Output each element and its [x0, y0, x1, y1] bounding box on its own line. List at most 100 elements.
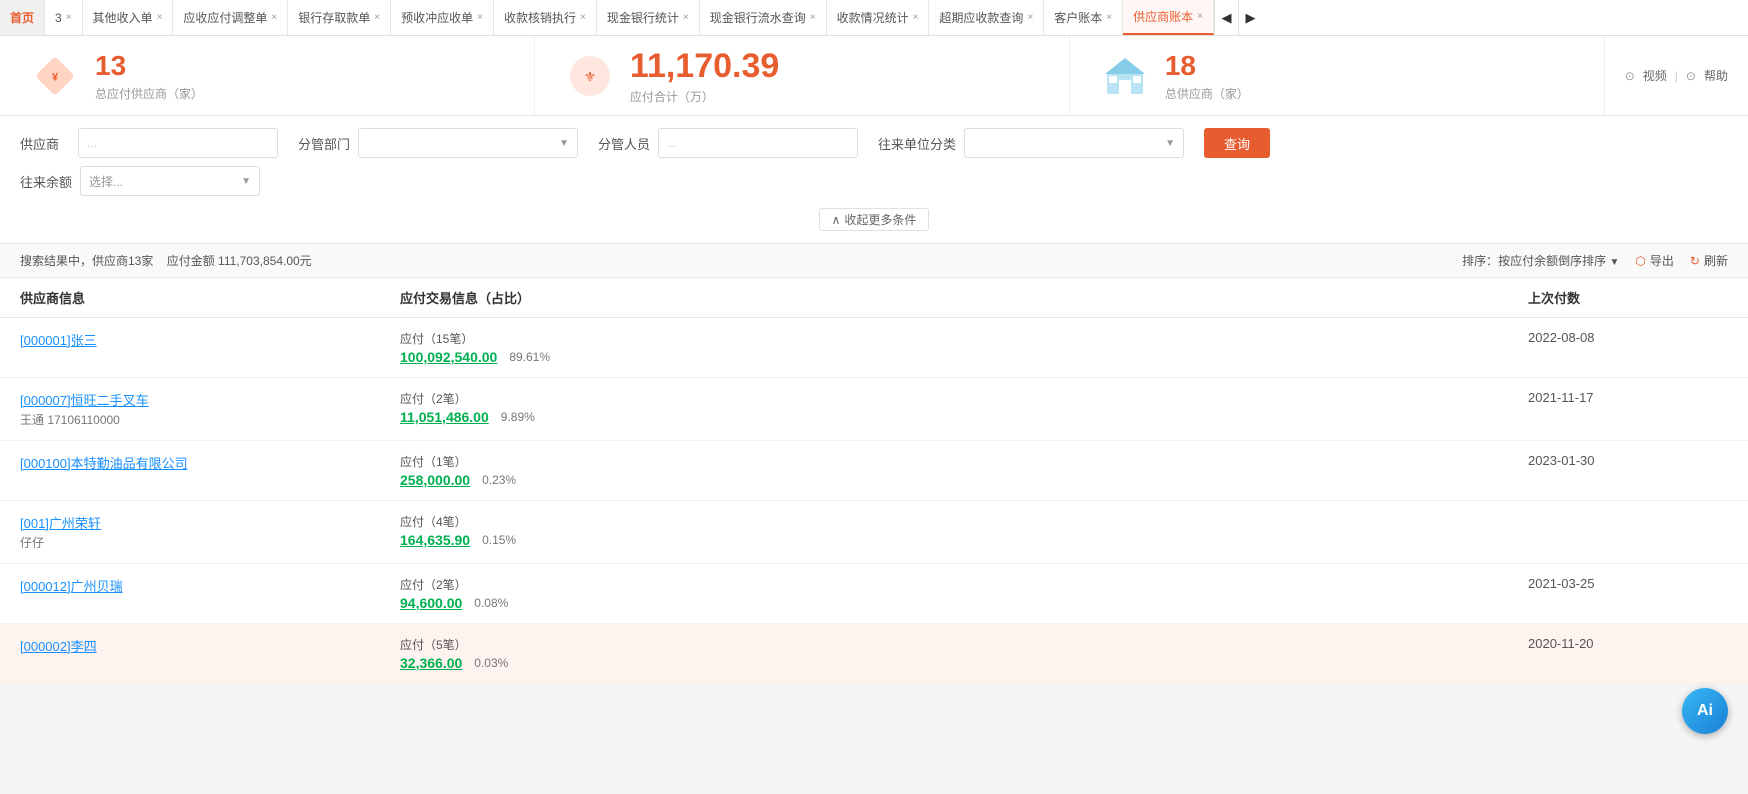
close-tab-other-income[interactable]: × — [157, 12, 163, 23]
close-tab-customer-ledger[interactable]: × — [1106, 12, 1112, 23]
filter-area: 供应商 ... 分管部门 ▼ 分管人员 ... 往来单位分类 ▼ 查询 — [0, 116, 1748, 244]
nav-tab-cash-flow[interactable]: 现金银行流水查询 × — [700, 0, 827, 35]
supplier-link-row5[interactable]: [000012]广州贝瑞 — [20, 576, 400, 595]
help-link[interactable]: 帮助 — [1704, 67, 1728, 84]
close-tab-cash-flow[interactable]: × — [810, 12, 816, 23]
trans-amount-row6[interactable]: 32,366.00 — [400, 655, 462, 671]
collapse-button[interactable]: ∧ 收起更多条件 — [819, 208, 930, 231]
wheat-icon: ⚜ — [565, 51, 615, 101]
supplier-col-row4: [001]广州荣轩 仔仔 — [20, 513, 400, 551]
trans-amount-row3[interactable]: 258,000.00 — [400, 472, 470, 488]
payable-suppliers-number: 13 — [95, 49, 203, 83]
total-suppliers-label: 总供应商（家） — [1165, 85, 1249, 102]
trans-percent-row5: 0.08% — [474, 596, 508, 610]
supplier-link-row1[interactable]: [000001]张三 — [20, 330, 400, 349]
nav-arrow-right[interactable]: ▶ — [1238, 0, 1262, 36]
close-tab-collection[interactable]: × — [580, 12, 586, 23]
trans-amount-row1[interactable]: 100,092,540.00 — [400, 349, 497, 365]
query-button[interactable]: 查询 — [1204, 128, 1270, 158]
filter-supplier: 供应商 ... — [20, 128, 278, 158]
trans-col-row6: 应付（5笔） 32,366.00 0.03% — [400, 636, 1528, 671]
trans-amount-row2[interactable]: 11,051,486.00 — [400, 409, 489, 425]
close-tab-collection-stats[interactable]: × — [913, 12, 919, 23]
collapse-bar: ∧ 收起更多条件 — [20, 204, 1728, 235]
close-tab-supplier-ledger[interactable]: × — [1197, 11, 1203, 22]
close-tab-prepay[interactable]: × — [477, 12, 483, 23]
close-tab-overdue[interactable]: × — [1027, 12, 1033, 23]
table-row: [000012]广州贝瑞 应付（2笔） 94,600.00 0.08% 2021… — [0, 564, 1748, 624]
category-select[interactable]: ▼ — [964, 128, 1184, 158]
filter-dept: 分管部门 ▼ — [298, 128, 578, 158]
header-lastpay: 上次付数 — [1528, 288, 1728, 307]
supplier-link-row6[interactable]: [000002]李四 — [20, 636, 400, 655]
supplier-link-row3[interactable]: [000100]本特勤油品有限公司 — [20, 453, 400, 472]
trans-col-row5: 应付（2笔） 94,600.00 0.08% — [400, 576, 1528, 611]
supplier-col-row3: [000100]本特勤油品有限公司 — [20, 453, 400, 472]
sort-selector[interactable]: 排序：按应付余额倒序排序 ▼ — [1462, 252, 1619, 269]
table-header: 供应商信息 应付交易信息（占比） 上次付数 — [0, 278, 1748, 318]
nav-arrow-left[interactable]: ◀ — [1214, 0, 1238, 36]
supplier-link-row4[interactable]: [001]广州荣轩 — [20, 513, 400, 532]
trans-label-row6: 应付（5笔） — [400, 636, 1528, 653]
nav-tab-prepay[interactable]: 预收冲应收单 × — [391, 0, 494, 35]
close-tab-adjustment[interactable]: × — [271, 12, 277, 23]
nav-tab-other-income[interactable]: 其他收入单 × — [83, 0, 174, 35]
nav-tab-adjustment[interactable]: 应收应付调整单 × — [173, 0, 288, 35]
supplier-col-row5: [000012]广州贝瑞 — [20, 576, 400, 595]
balance-select[interactable]: 选择... ▼ — [80, 166, 260, 196]
circle-icon2: ⊙ — [1686, 69, 1696, 83]
trans-label-row2: 应付（2笔） — [400, 390, 1528, 407]
refresh-icon: ↻ — [1690, 254, 1700, 268]
supplier-input[interactable]: ... — [78, 128, 278, 158]
nav-tab-cash-stats[interactable]: 现金银行统计 × — [597, 0, 700, 35]
payable-total-number: 11,170.39 — [630, 46, 779, 87]
trans-label-row1: 应付（15笔） — [400, 330, 1528, 347]
nav-tab-bank[interactable]: 银行存取款单 × — [288, 0, 391, 35]
total-suppliers-number: 18 — [1165, 49, 1249, 83]
close-tab-3[interactable]: × — [66, 12, 72, 23]
supplier-sub-row4: 仔仔 — [20, 534, 400, 551]
lastpay-date-row3: 2023-01-30 — [1528, 453, 1595, 468]
nav-tab-overdue[interactable]: 超期应收款查询 × — [929, 0, 1044, 35]
nav-tab-customer-ledger[interactable]: 客户账本 × — [1044, 0, 1123, 35]
dept-select[interactable]: ▼ — [358, 128, 578, 158]
supplier-col-row6: [000002]李四 — [20, 636, 400, 655]
person-input[interactable]: ... — [658, 128, 858, 158]
export-button[interactable]: ⬡ 导出 — [1635, 252, 1674, 269]
supplier-col-row2: [000007]恒旺二手叉车 王通 17106110000 — [20, 390, 400, 428]
top-nav: 首页 3 × 其他收入单 × 应收应付调整单 × 银行存取款单 × 预收冲应收单… — [0, 0, 1748, 36]
refresh-button[interactable]: ↻ 刷新 — [1690, 252, 1728, 269]
trans-amount-row5[interactable]: 94,600.00 — [400, 595, 462, 611]
table-area: 供应商信息 应付交易信息（占比） 上次付数 [000001]张三 应付（15笔）… — [0, 278, 1748, 684]
trans-col-row1: 应付（15笔） 100,092,540.00 89.61% — [400, 330, 1528, 365]
trans-percent-row2: 9.89% — [501, 410, 535, 424]
trans-col-row4: 应付（4笔） 164,635.90 0.15% — [400, 513, 1528, 548]
circle-icon: ⊙ — [1625, 69, 1635, 83]
result-info: 搜索结果中，供应商13家 应付金额 111,703,854.00元 — [20, 252, 312, 269]
nav-tab-home[interactable]: 首页 — [0, 0, 45, 35]
payable-total-label: 应付合计（万） — [630, 88, 779, 105]
nav-tab-collection-stats[interactable]: 收款情况统计 × — [827, 0, 930, 35]
table-row: [001]广州荣轩 仔仔 应付（4笔） 164,635.90 0.15% — [0, 501, 1748, 564]
ai-assistant-button[interactable]: Ai — [1682, 688, 1728, 734]
nav-tab-3[interactable]: 3 × — [45, 0, 83, 35]
filter-row-2: 往来余额 选择... ▼ — [20, 166, 1728, 196]
nav-tab-collection[interactable]: 收款核销执行 × — [494, 0, 597, 35]
lastpay-date-row1: 2022-08-08 — [1528, 330, 1595, 345]
header-transaction: 应付交易信息（占比） — [400, 288, 1528, 307]
filter-category: 往来单位分类 ▼ — [878, 128, 1184, 158]
supplier-filter-label: 供应商 — [20, 134, 70, 153]
video-link[interactable]: 视频 — [1643, 67, 1667, 84]
stat-card-payable-suppliers: ¥ 13 总应付供应商（家） — [0, 36, 535, 115]
close-tab-bank[interactable]: × — [374, 12, 380, 23]
close-tab-cash-stats[interactable]: × — [683, 12, 689, 23]
dept-filter-label: 分管部门 — [298, 134, 350, 153]
lastpay-date-row6: 2020-11-20 — [1528, 636, 1594, 651]
supplier-link-row2[interactable]: [000007]恒旺二手叉车 — [20, 390, 400, 409]
chevron-up-icon: ∧ — [832, 213, 841, 227]
filter-balance: 往来余额 选择... ▼ — [20, 166, 260, 196]
nav-tab-supplier-ledger[interactable]: 供应商账本 × — [1123, 0, 1214, 35]
trans-amount-row4[interactable]: 164,635.90 — [400, 532, 470, 548]
table-row: [000002]李四 应付（5笔） 32,366.00 0.03% 2020-1… — [0, 624, 1748, 684]
balance-filter-label: 往来余额 — [20, 172, 72, 191]
